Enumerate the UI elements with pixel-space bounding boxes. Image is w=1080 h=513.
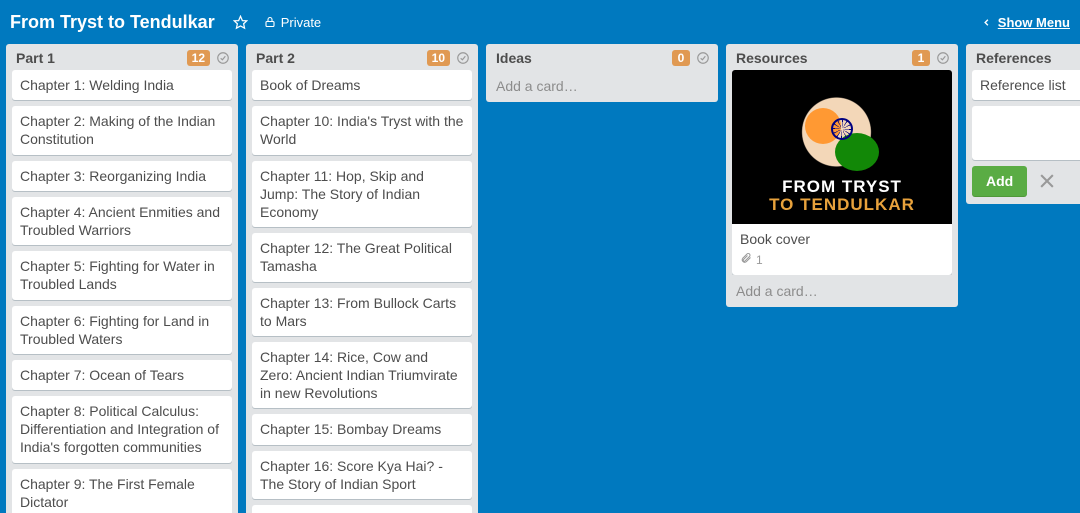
list-header[interactable]: Part 112: [6, 44, 238, 68]
show-menu-button[interactable]: Show Menu: [981, 15, 1070, 30]
card-title: Chapter 5: Fighting for Water in Trouble…: [20, 257, 224, 293]
list-wrapper: Part 112 Chapter 1: Welding India Chapter …: [6, 44, 238, 503]
card-title: Chapter 4: Ancient Enmities and Troubled…: [20, 203, 224, 239]
cover-line1: FROM TRYST: [732, 178, 952, 196]
card[interactable]: Chapter 17: Into the Future: [252, 505, 472, 513]
card[interactable]: Chapter 8: Political Calculus: Different…: [12, 396, 232, 463]
close-icon[interactable]: [1037, 171, 1057, 191]
card-title: Chapter 7: Ocean of Tears: [20, 366, 224, 384]
board-title[interactable]: From Tryst to Tendulkar: [10, 12, 215, 33]
list-title: Part 1: [16, 50, 187, 66]
card[interactable]: Chapter 11: Hop, Skip and Jump: The Stor…: [252, 161, 472, 228]
card[interactable]: FROM TRYSTTO TENDULKAR Book cover 1: [732, 70, 952, 275]
list-title: Part 2: [256, 50, 427, 66]
card-title: Chapter 14: Rice, Cow and Zero: Ancient …: [260, 348, 464, 403]
card-title: Chapter 9: The First Female Dictator: [20, 475, 224, 511]
card[interactable]: Chapter 1: Welding India: [12, 70, 232, 100]
card-title: Chapter 16: Score Kya Hai? - The Story o…: [260, 457, 464, 493]
cover-line2: TO TENDULKAR: [732, 196, 952, 214]
card[interactable]: Chapter 15: Bombay Dreams: [252, 414, 472, 444]
list-wrapper: Ideas0Add a card…: [486, 44, 718, 102]
list-cards: Chapter 1: Welding India Chapter 2: Makin…: [6, 68, 238, 513]
list-cards: Book of Dreams Chapter 10: India's Tryst …: [246, 68, 478, 513]
card[interactable]: Chapter 9: The First Female Dictator: [12, 469, 232, 513]
list-menu-icon[interactable]: [936, 51, 950, 65]
list-header[interactable]: Part 210: [246, 44, 478, 68]
list-header[interactable]: Ideas0: [486, 44, 718, 68]
card[interactable]: Chapter 13: From Bullock Carts to Mars: [252, 288, 472, 336]
card-title: Chapter 1: Welding India: [20, 76, 224, 94]
add-card-link[interactable]: Add a card…: [486, 70, 718, 102]
board-header: From Tryst to Tendulkar Private Show Men…: [0, 0, 1080, 44]
attachment-icon: [740, 252, 752, 269]
card[interactable]: Chapter 14: Rice, Cow and Zero: Ancient …: [252, 342, 472, 409]
card-title: Chapter 8: Political Calculus: Different…: [20, 402, 224, 457]
card-title: Chapter 6: Fighting for Land in Troubled…: [20, 312, 224, 348]
card[interactable]: Book of Dreams: [252, 70, 472, 100]
lock-icon: [264, 16, 276, 28]
card[interactable]: Chapter 6: Fighting for Land in Troubled…: [12, 306, 232, 354]
card-title: Chapter 3: Reorganizing India: [20, 167, 224, 185]
list: References Reference list Add: [966, 44, 1080, 204]
list: Part 210 Book of Dreams Chapter 10: India'…: [246, 44, 478, 513]
card[interactable]: Chapter 3: Reorganizing India: [12, 161, 232, 191]
privacy-button[interactable]: Private: [258, 11, 327, 34]
list-wrapper: References Reference list Add: [966, 44, 1080, 204]
star-button[interactable]: [227, 11, 254, 34]
list-wrapper: Resources1FROM TRYSTTO TENDULKARBook cov…: [726, 44, 958, 307]
show-menu-label: Show Menu: [998, 15, 1070, 30]
add-card-link[interactable]: Add a card…: [726, 275, 958, 307]
list-menu-icon[interactable]: [216, 51, 230, 65]
list-count-badge: 1: [912, 50, 930, 66]
card[interactable]: Chapter 10: India's Tryst with the World: [252, 106, 472, 154]
list: Part 112Chapter 1: Welding IndiaChapter …: [6, 44, 238, 513]
card-title: Book of Dreams: [260, 76, 464, 94]
card[interactable]: Chapter 5: Fighting for Water in Trouble…: [12, 251, 232, 299]
card-composer[interactable]: [972, 106, 1080, 160]
card-title: Chapter 2: Making of the Indian Constitu…: [20, 112, 224, 148]
card-title: Chapter 13: From Bullock Carts to Mars: [260, 294, 464, 330]
card-title: Chapter 12: The Great Political Tamasha: [260, 239, 464, 275]
list-header[interactable]: References: [966, 44, 1080, 68]
chevron-left-icon: [981, 17, 992, 28]
composer-actions: Add: [966, 166, 1080, 204]
card-title: Chapter 15: Bombay Dreams: [260, 420, 464, 438]
list: Resources1FROM TRYSTTO TENDULKARBook cov…: [726, 44, 958, 307]
list-cards: FROM TRYSTTO TENDULKAR Book cover 1: [726, 68, 958, 275]
card[interactable]: Reference list: [972, 70, 1080, 100]
card-badges: 1: [740, 252, 944, 269]
card-title: Reference list: [980, 76, 1080, 94]
list-title: Ideas: [496, 50, 672, 66]
card[interactable]: Chapter 2: Making of the Indian Constitu…: [12, 106, 232, 154]
card-title: Chapter 10: India's Tryst with the World: [260, 112, 464, 148]
list-menu-icon[interactable]: [456, 51, 470, 65]
list-cards: Reference list: [966, 68, 1080, 166]
card-title: Book cover: [740, 230, 944, 248]
card[interactable]: Chapter 7: Ocean of Tears: [12, 360, 232, 390]
card-title: Chapter 11: Hop, Skip and Jump: The Stor…: [260, 167, 464, 222]
list-title: References: [976, 50, 1080, 66]
card[interactable]: Chapter 4: Ancient Enmities and Troubled…: [12, 197, 232, 245]
list-header[interactable]: Resources1: [726, 44, 958, 68]
card[interactable]: Chapter 12: The Great Political Tamasha: [252, 233, 472, 281]
add-card-button[interactable]: Add: [972, 166, 1027, 196]
list-count-badge: 0: [672, 50, 690, 66]
list-menu-icon[interactable]: [696, 51, 710, 65]
attachment-count: 1: [756, 253, 763, 269]
list-count-badge: 10: [427, 50, 450, 66]
card-cover: FROM TRYSTTO TENDULKAR: [732, 70, 952, 224]
list-title: Resources: [736, 50, 912, 66]
list-count-badge: 12: [187, 50, 210, 66]
list-wrapper: Part 210 Book of Dreams Chapter 10: India'…: [246, 44, 478, 503]
card[interactable]: Chapter 16: Score Kya Hai? - The Story o…: [252, 451, 472, 499]
list: Ideas0Add a card…: [486, 44, 718, 102]
board-canvas: Part 112Chapter 1: Welding IndiaChapter …: [0, 44, 1080, 513]
star-icon: [233, 15, 248, 30]
privacy-label: Private: [281, 15, 321, 30]
